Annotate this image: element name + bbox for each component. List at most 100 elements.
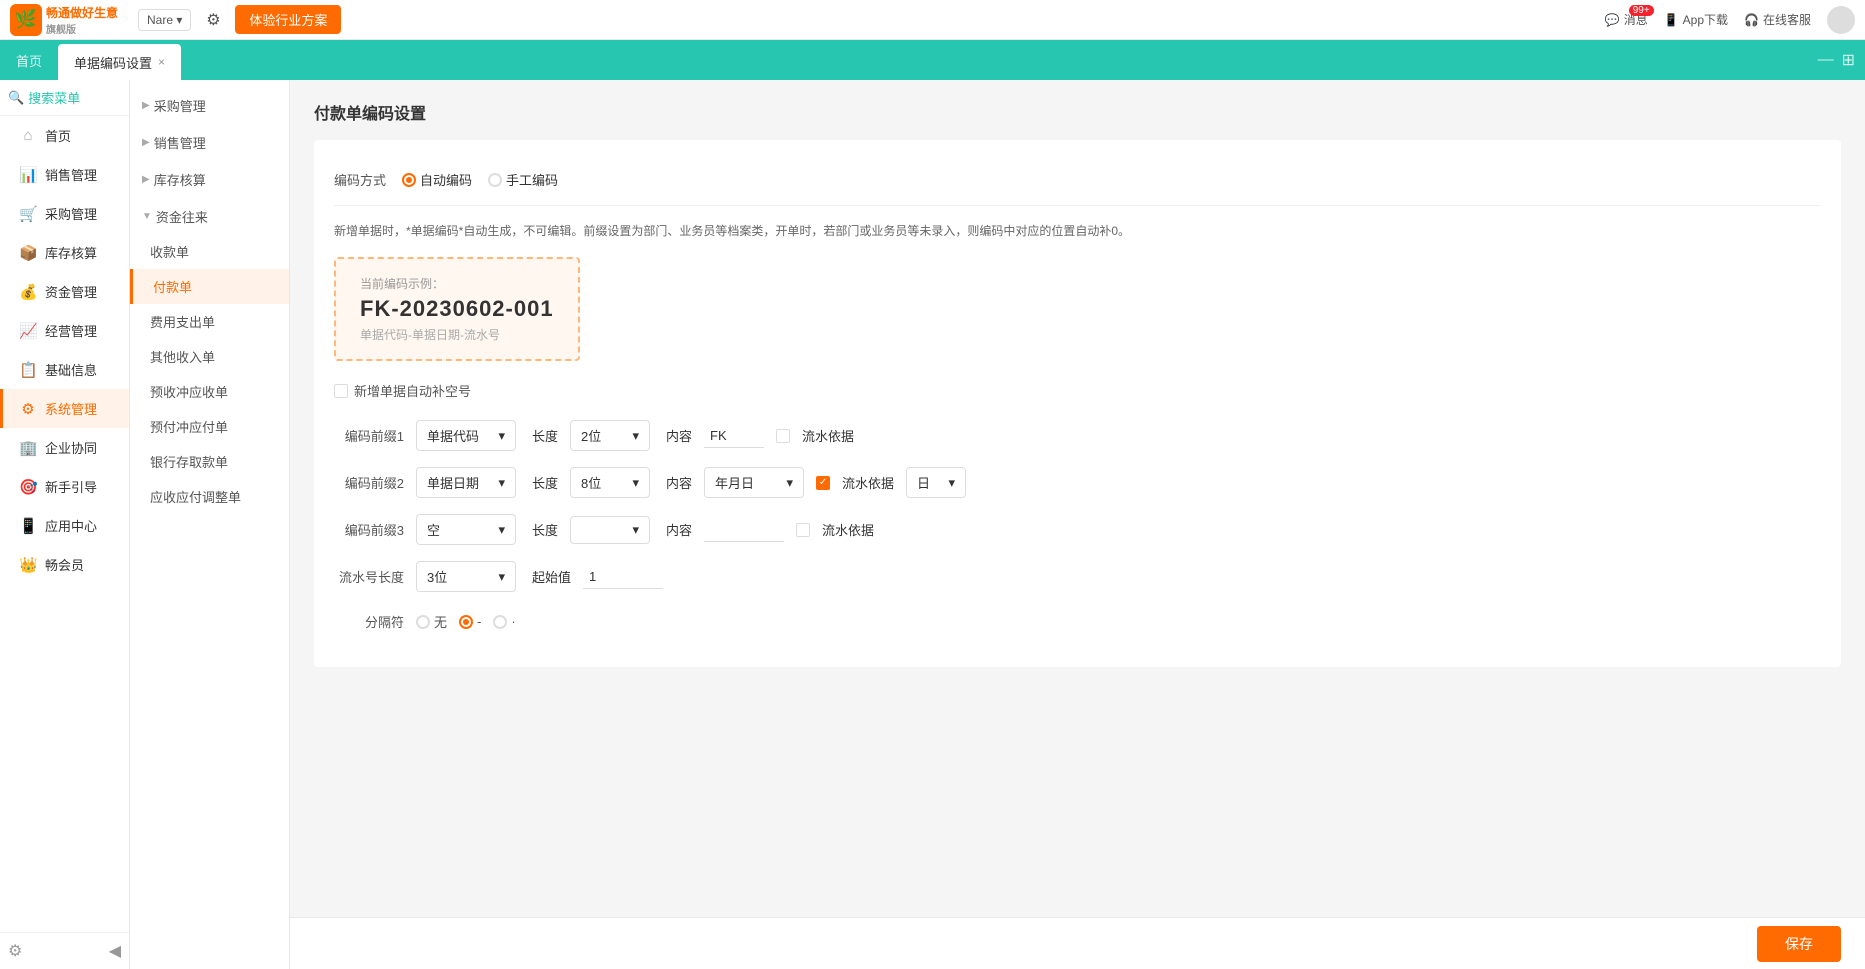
prefix1-serial-checkbox[interactable]	[776, 429, 790, 443]
sep-none-radio[interactable]: 无	[416, 612, 447, 631]
preview-label: 当前编码示例：	[360, 275, 554, 292]
autofill-checkbox[interactable]	[334, 384, 348, 398]
user-avatar[interactable]	[1827, 6, 1855, 34]
save-button[interactable]: 保存	[1757, 926, 1841, 962]
sidebar-item-inventory[interactable]: 📦 库存核算	[0, 233, 129, 272]
sidebar-item-enterprise[interactable]: 🏢 企业协同	[0, 428, 129, 467]
sidebar-item-basic[interactable]: 📋 基础信息	[0, 350, 129, 389]
prefix3-chevron-icon: ▾	[498, 522, 505, 538]
trial-button[interactable]: 体验行业方案	[235, 5, 341, 34]
menu-group-capital: ▼ 资金往来 收款单 付款单 费用支出单 其他收入单 预收冲应收单 预付冲应付单…	[130, 199, 289, 514]
prefix1-label: 编码前缀1	[334, 426, 404, 445]
prefix2-select[interactable]: 单据日期 ▾	[416, 467, 516, 498]
sidebar-item-sales[interactable]: 📊 销售管理	[0, 155, 129, 194]
serial-length-label: 流水号长度	[334, 567, 404, 586]
prefix1-length-label: 长度	[532, 426, 558, 445]
sidebar-collapse-icon[interactable]: ◀	[109, 941, 121, 961]
topbar: 🌿 畅通做好生意 旗舰版 Nare ▾ ⚙ 体验行业方案 💬 消息 99+ 📱 …	[0, 0, 1865, 40]
sidebar-item-guide[interactable]: 🎯 新手引导	[0, 467, 129, 506]
prefix2-label: 编码前缀2	[334, 473, 404, 492]
prefix2-content-value: 年月日	[715, 473, 754, 492]
page-title: 付款单编码设置	[314, 100, 1841, 124]
menu-item-expense[interactable]: 费用支出单	[130, 304, 289, 339]
prefix1-select[interactable]: 单据代码 ▾	[416, 420, 516, 451]
tabbar-minimize-icon[interactable]: —	[1818, 51, 1834, 69]
service-item[interactable]: 🎧 在线客服	[1744, 11, 1811, 28]
sidebar-item-guide-label: 新手引导	[45, 477, 97, 496]
serial-start-input[interactable]	[583, 565, 663, 589]
encoding-mode-row: 编码方式 自动编码 手工编码	[334, 160, 1821, 206]
menu-item-income[interactable]: 其他收入单	[130, 339, 289, 374]
sidebar-item-member[interactable]: 👑 畅会员	[0, 545, 129, 584]
message-item[interactable]: 💬 消息 99+	[1605, 11, 1648, 28]
sidebar-item-apps[interactable]: 📱 应用中心	[0, 506, 129, 545]
prefix3-value: 空	[427, 520, 440, 539]
menu-group-inventory: ▶ 库存核算	[130, 162, 289, 197]
prefix1-content-input[interactable]	[704, 424, 764, 448]
prefix2-serial-label: 流水依据	[842, 473, 894, 492]
sidebar-item-sales-label: 销售管理	[45, 165, 97, 184]
serial-row: 流水号长度 3位 ▾ 起始值	[334, 561, 1821, 592]
menu-group-inventory-title[interactable]: ▶ 库存核算	[130, 162, 289, 197]
tab-close-icon[interactable]: ×	[158, 55, 165, 69]
tab-home[interactable]: 首页	[0, 40, 58, 80]
menu-item-prepay-pay[interactable]: 预付冲应付单	[130, 409, 289, 444]
sidebar-settings-icon[interactable]: ⚙	[8, 941, 22, 961]
sidebar-search[interactable]: 🔍 搜索菜单	[0, 80, 129, 116]
radio-auto[interactable]: 自动编码	[402, 170, 472, 189]
tab-encoding-label: 单据编码设置	[74, 53, 152, 72]
radio-manual[interactable]: 手工编码	[488, 170, 558, 189]
settings-icon[interactable]: ⚙	[199, 6, 227, 34]
prefix3-select[interactable]: 空 ▾	[416, 514, 516, 545]
sidebar-item-purchase[interactable]: 🛒 采购管理	[0, 194, 129, 233]
menu-item-bank[interactable]: 银行存取款单	[130, 444, 289, 479]
serial-length-chevron: ▾	[498, 569, 505, 585]
chevron-right-icon3: ▶	[142, 174, 150, 185]
prefix2-length-label: 长度	[532, 473, 558, 492]
prefix2-serial-period-select[interactable]: 日 ▾	[906, 467, 966, 498]
prefix1-chevron-icon: ▾	[498, 428, 505, 444]
prefix3-content-input[interactable]	[704, 518, 784, 542]
sidebar-item-operations[interactable]: 📈 经营管理	[0, 311, 129, 350]
prefix2-value: 单据日期	[427, 473, 479, 492]
menu-group-capital-title[interactable]: ▼ 资金往来	[130, 199, 289, 234]
preview-box: 当前编码示例： FK-20230602-001 单据代码-单据日期-流水号	[334, 257, 580, 361]
prefix2-length-select[interactable]: 8位 ▾	[570, 467, 650, 498]
workspace-dropdown[interactable]: Nare ▾	[138, 9, 191, 31]
menu-item-receipt[interactable]: 收款单	[130, 234, 289, 269]
tab-encoding-settings[interactable]: 单据编码设置 ×	[58, 44, 181, 80]
menu-group-purchase-title[interactable]: ▶ 采购管理	[130, 88, 289, 123]
sep-none-dot	[416, 615, 430, 629]
prefix2-period-chevron: ▾	[949, 475, 956, 491]
prefix1-length-select[interactable]: 2位 ▾	[570, 420, 650, 451]
tab-home-label: 首页	[16, 51, 42, 70]
separator-label: 分隔符	[334, 612, 404, 631]
menu-group-sales-title[interactable]: ▶ 销售管理	[130, 125, 289, 160]
menu-group-sales-label: 销售管理	[154, 133, 206, 152]
preview-code: FK-20230602-001	[360, 296, 554, 322]
sidebar-item-home[interactable]: ⌂ 首页	[0, 116, 129, 155]
logo-text: 畅通做好生意 旗舰版	[46, 4, 118, 36]
prefix2-content-select[interactable]: 年月日 ▾	[704, 467, 804, 498]
prefix2-serial-period-value: 日	[917, 473, 930, 492]
member-icon: 👑	[19, 556, 37, 574]
prefix3-serial-checkbox[interactable]	[796, 523, 810, 537]
separator-row: 分隔符 无 - ·	[334, 612, 1821, 631]
menu-group-sales: ▶ 销售管理	[130, 125, 289, 160]
prefix2-length-chevron: ▾	[632, 475, 639, 491]
sep-dot-radio[interactable]: ·	[493, 614, 515, 629]
tabbar-expand-icon[interactable]: ⊞	[1842, 50, 1855, 70]
sidebar-item-system[interactable]: ⚙ 系统管理	[0, 389, 129, 428]
sidebar-item-finance[interactable]: 💰 资金管理	[0, 272, 129, 311]
menu-item-payment[interactable]: 付款单	[130, 269, 289, 304]
prefix2-serial-checkbox[interactable]: ✓	[816, 476, 830, 490]
sep-hyphen-radio[interactable]: -	[459, 614, 481, 629]
menu-item-adjust[interactable]: 应收应付调整单	[130, 479, 289, 514]
radio-manual-dot	[488, 173, 502, 187]
prefix3-length-select[interactable]: ▾	[570, 516, 650, 544]
finance-icon: 💰	[19, 283, 37, 301]
app-download-item[interactable]: 📱 App下载	[1664, 11, 1728, 28]
menu-item-prepay-receive[interactable]: 预收冲应收单	[130, 374, 289, 409]
serial-length-select[interactable]: 3位 ▾	[416, 561, 516, 592]
app-icon: 📱	[1664, 13, 1679, 27]
